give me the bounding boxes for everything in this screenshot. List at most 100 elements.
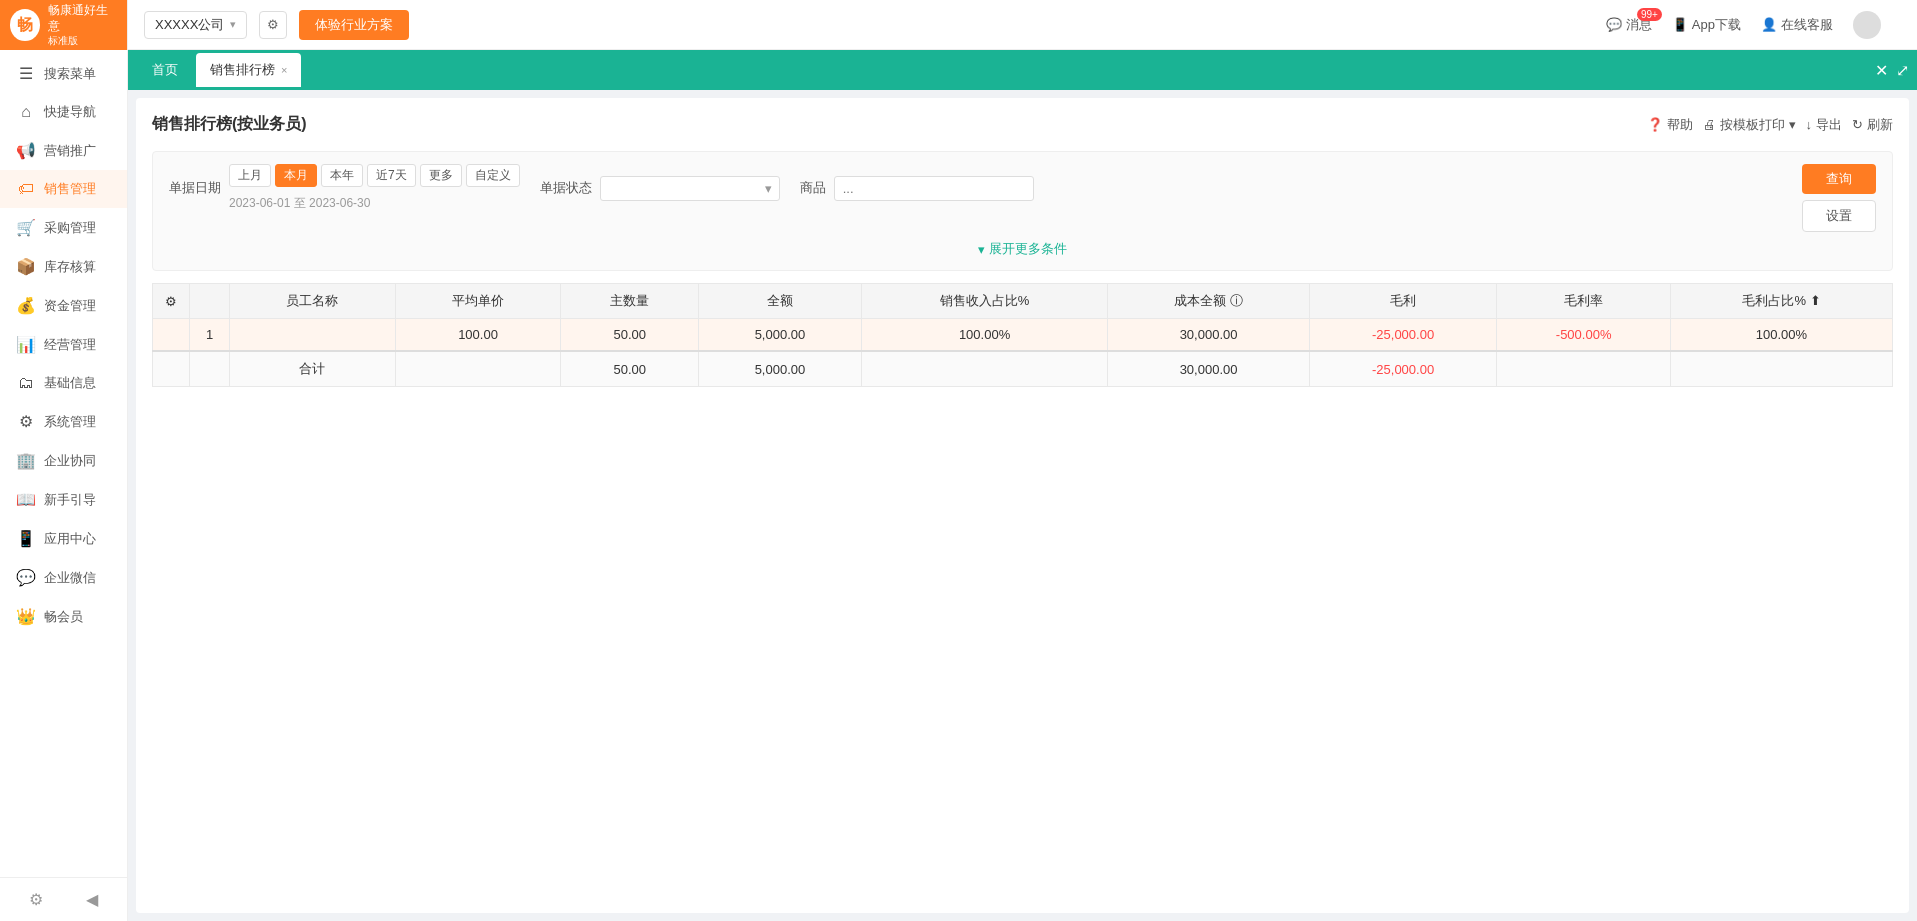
company-name: XXXXX公司 xyxy=(155,16,224,34)
query-button[interactable]: 查询 xyxy=(1802,164,1876,194)
filter-settings-button[interactable]: 设置 xyxy=(1802,200,1876,232)
logo-icon: 畅 xyxy=(10,9,40,41)
sidebar-item-system-mgmt[interactable]: ⚙系统管理 xyxy=(0,402,127,441)
collapse-icon[interactable]: ◀ xyxy=(86,890,98,909)
company-selector[interactable]: XXXXX公司 ▾ xyxy=(144,11,247,39)
nav-icon-app-center: 📱 xyxy=(16,529,36,548)
sidebar-item-base-info[interactable]: 🗂基础信息 xyxy=(0,364,127,402)
footer-settings-col xyxy=(153,351,190,387)
expand-more-button[interactable]: ▾ 展开更多条件 xyxy=(169,240,1876,258)
app-icon: 📱 xyxy=(1672,17,1688,32)
nav-label-enterprise-coop: 企业协同 xyxy=(44,452,96,470)
sidebar-navigation: ☰搜索菜单⌂快捷导航📢营销推广🏷销售管理🛒采购管理📦库存核算 💰 资金管理 📊经营管理… xyxy=(0,50,127,877)
print-button[interactable]: 🖨 按模板打印 ▾ xyxy=(1703,116,1796,134)
page-header: 销售排行榜(按业务员) ❓ 帮助 🖨 按模板打印 ▾ ↓ 导出 xyxy=(152,114,1893,135)
footer-gross: -25,000.00 xyxy=(1309,351,1497,387)
logo-subtitle: 标准版 xyxy=(48,34,117,47)
status-select[interactable] xyxy=(600,176,780,201)
print-label: 按模板打印 xyxy=(1720,116,1785,134)
help-button[interactable]: ❓ 帮助 xyxy=(1647,116,1693,134)
cell-avg-price: 100.00 xyxy=(395,319,561,352)
tab-home[interactable]: 首页 xyxy=(136,53,194,87)
online-service-button[interactable]: 👤 在线客服 xyxy=(1761,16,1833,34)
date-btn-7days[interactable]: 近7天 xyxy=(367,164,416,187)
avatar[interactable] xyxy=(1853,11,1881,39)
nav-label-finance: 资金管理 xyxy=(44,297,96,315)
cell-cost: 30,000.00 xyxy=(1108,319,1309,352)
date-btn-custom[interactable]: 自定义 xyxy=(466,164,520,187)
message-button[interactable]: 💬 消息 99+ xyxy=(1606,16,1652,34)
tab-sales-ranking[interactable]: 销售排行榜 × xyxy=(196,53,301,87)
app-download-button[interactable]: 📱 App下载 xyxy=(1672,16,1741,34)
status-filter-label: 单据状态 xyxy=(540,179,592,197)
refresh-label: 刷新 xyxy=(1867,116,1893,134)
col-settings[interactable]: ⚙ xyxy=(153,284,190,319)
nav-icon-finance: 💰 xyxy=(16,296,36,315)
tab-close-icon[interactable]: × xyxy=(281,64,287,76)
nav-label-enterprise-wechat: 企业微信 xyxy=(44,569,96,587)
footer-avg-price xyxy=(395,351,561,387)
nav-label-inventory: 库存核算 xyxy=(44,258,96,276)
sidebar-item-search-order[interactable]: ☰搜索菜单 xyxy=(0,54,127,93)
col-rank xyxy=(190,284,230,319)
sidebar-item-inventory[interactable]: 📦库存核算 xyxy=(0,247,127,286)
window-expand-icon[interactable]: ⤢ xyxy=(1896,61,1909,80)
sidebar-item-finance[interactable]: 💰 资金管理 xyxy=(0,286,127,325)
sidebar-item-member[interactable]: 👑 畅会员 xyxy=(0,597,127,636)
topbar: XXXXX公司 ▾ ⚙ 体验行业方案 💬 消息 99+ 📱 App下载 👤 在线… xyxy=(128,0,1917,50)
sidebar-item-app-center[interactable]: 📱应用中心 xyxy=(0,519,127,558)
logo-title: 畅康通好生意 xyxy=(48,3,117,34)
settings-icon[interactable]: ⚙ xyxy=(29,890,43,909)
cell-gross-pct: 100.00% xyxy=(1670,319,1892,352)
nav-icon-base-info: 🗂 xyxy=(16,374,36,392)
footer-rank-col xyxy=(190,351,230,387)
tab-label: 销售排行榜 xyxy=(210,61,275,79)
gear-button[interactable]: ⚙ xyxy=(259,11,287,39)
date-btn-this-month[interactable]: 本月 xyxy=(275,164,317,187)
cell-qty: 50.00 xyxy=(561,319,699,352)
footer-label: 合计 xyxy=(230,351,396,387)
nav-icon-member: 👑 xyxy=(16,607,36,626)
refresh-button[interactable]: ↻ 刷新 xyxy=(1852,116,1893,134)
export-button[interactable]: ↓ 导出 xyxy=(1806,116,1843,134)
table-header-row: ⚙ 员工名称 平均单价 主数量 全额 销售收入占比% 成本全额 ⓘ 毛利 毛利率… xyxy=(153,284,1893,319)
window-close-icon[interactable]: ✕ xyxy=(1875,61,1888,80)
filter-actions: 查询 设置 xyxy=(1802,164,1876,232)
sidebar-item-sales-mgmt[interactable]: 🏷销售管理 xyxy=(0,170,127,208)
tabbar: 首页 销售排行榜 × ✕ ⤢ xyxy=(128,50,1917,90)
topbar-right: 💬 消息 99+ 📱 App下载 👤 在线客服 xyxy=(1606,11,1901,39)
cell-sales-pct: 100.00% xyxy=(861,319,1108,352)
col-avg-price: 平均单价 xyxy=(395,284,561,319)
filter-area: 单据日期 上月 本月 本年 近7天 更多 自定义 20 xyxy=(152,151,1893,271)
nav-label-quick-nav: 快捷导航 xyxy=(44,103,96,121)
goods-filter-label: 商品 xyxy=(800,179,826,197)
date-btn-more[interactable]: 更多 xyxy=(420,164,462,187)
export-label: 导出 xyxy=(1816,116,1842,134)
page-actions: ❓ 帮助 🖨 按模板打印 ▾ ↓ 导出 ↻ 刷新 xyxy=(1647,116,1894,134)
date-btn-last-month[interactable]: 上月 xyxy=(229,164,271,187)
sidebar-item-quick-nav[interactable]: ⌂快捷导航 xyxy=(0,93,127,131)
sidebar: 畅 畅康通好生意 标准版 ☰搜索菜单⌂快捷导航📢营销推广🏷销售管理🛒采购管理📦库… xyxy=(0,0,128,921)
nav-icon-purchase-mgmt: 🛒 xyxy=(16,218,36,237)
main-content: XXXXX公司 ▾ ⚙ 体验行业方案 💬 消息 99+ 📱 App下载 👤 在线… xyxy=(128,0,1917,921)
sidebar-item-guide[interactable]: 📖新手引导 xyxy=(0,480,127,519)
data-table: ⚙ 员工名称 平均单价 主数量 全额 销售收入占比% 成本全额 ⓘ 毛利 毛利率… xyxy=(152,283,1893,387)
experience-button[interactable]: 体验行业方案 xyxy=(299,10,409,40)
message-badge: 99+ xyxy=(1637,8,1662,21)
date-btn-this-year[interactable]: 本年 xyxy=(321,164,363,187)
col-gross-pct: 毛利占比% ⬆ xyxy=(1670,284,1892,319)
online-service-label: 在线客服 xyxy=(1781,16,1833,34)
sidebar-item-marketing[interactable]: 📢营销推广 xyxy=(0,131,127,170)
sidebar-item-purchase-mgmt[interactable]: 🛒采购管理 xyxy=(0,208,127,247)
goods-input[interactable] xyxy=(834,176,1034,201)
sidebar-item-enterprise-wechat[interactable]: 💬 企业微信 xyxy=(0,558,127,597)
nav-label-system-mgmt: 系统管理 xyxy=(44,413,96,431)
nav-icon-enterprise-wechat: 💬 xyxy=(16,568,36,587)
sidebar-item-enterprise-coop[interactable]: 🏢企业协同 xyxy=(0,441,127,480)
table-body: 1100.0050.005,000.00100.00%30,000.00-25,… xyxy=(153,319,1893,352)
nav-label-member: 畅会员 xyxy=(44,608,83,626)
cell-name xyxy=(230,319,396,352)
sidebar-item-operation[interactable]: 📊经营管理 xyxy=(0,325,127,364)
table-row: 1100.0050.005,000.00100.00%30,000.00-25,… xyxy=(153,319,1893,352)
goods-filter: 商品 xyxy=(800,164,1034,212)
